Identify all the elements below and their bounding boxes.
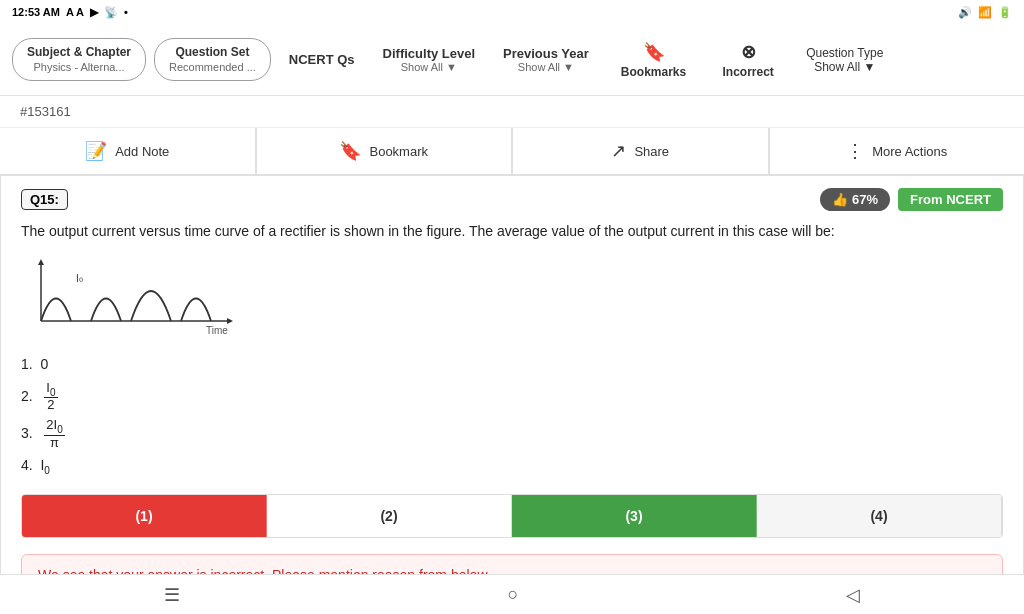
more-actions-button[interactable]: ⋮ More Actions: [770, 128, 1025, 174]
ncert-qs-filter[interactable]: NCERT Qs: [279, 46, 365, 73]
option-4: 4. I0: [21, 456, 1003, 478]
subject-chapter-chip[interactable]: Subject & Chapter Physics - Alterna...: [12, 38, 146, 82]
bookmarks-filter[interactable]: 🔖 Bookmarks: [607, 35, 700, 85]
question-set-chip[interactable]: Question Set Recommended ...: [154, 38, 271, 82]
subject-chip-value: Physics - Alterna...: [33, 60, 124, 74]
add-note-label: Add Note: [115, 144, 169, 159]
options-list: 1. 0 2. I0 2 3. 2I0 π 4. I0: [21, 355, 1003, 478]
menu-icon: ☰: [164, 585, 180, 605]
bookmarks-label: Bookmarks: [621, 65, 686, 79]
option-1: 1. 0: [21, 355, 1003, 375]
question-area: Q15: 👍 67% From NCERT The output current…: [0, 176, 1024, 614]
filter-bar: Subject & Chapter Physics - Alterna... Q…: [0, 24, 1024, 96]
svg-text:Current: Current: [21, 270, 23, 301]
back-icon: ◁: [846, 585, 860, 605]
bookmark-label: Bookmark: [369, 144, 428, 159]
status-right: 🔊 📶 🔋: [958, 6, 1012, 19]
question-set-label: Question Set: [175, 45, 249, 61]
more-actions-label: More Actions: [872, 144, 947, 159]
back-button[interactable]: ◁: [816, 580, 890, 610]
answer-button-1[interactable]: (1): [22, 495, 267, 537]
option-2: 2. I0 2: [21, 381, 1003, 413]
answer-row: (1) (2) (3) (4): [21, 494, 1003, 538]
thumbs-up-icon: 👍: [832, 192, 848, 207]
ncert-source-badge: From NCERT: [898, 188, 1003, 211]
share-button[interactable]: ↗ Share: [513, 128, 769, 174]
answer-button-2[interactable]: (2): [267, 495, 512, 537]
difficulty-sub: Show All ▼: [401, 61, 457, 73]
time-display: 12:53 AM: [12, 6, 60, 18]
question-type-filter[interactable]: Question Type Show All ▼: [796, 40, 893, 80]
action-bar: 📝 Add Note 🔖 Bookmark ↗ Share ⋮ More Act…: [0, 128, 1024, 176]
svg-marker-3: [227, 318, 233, 324]
question-header: Q15: 👍 67% From NCERT: [21, 188, 1003, 211]
answer-2-label: (2): [380, 508, 397, 524]
add-note-button[interactable]: 📝 Add Note: [0, 128, 256, 174]
question-text: The output current versus time curve of …: [21, 221, 1003, 242]
signal-icons: A A: [66, 6, 84, 18]
question-meta: 👍 67% From NCERT: [820, 188, 1003, 211]
question-number-badge: Q15:: [21, 189, 68, 210]
answer-button-3[interactable]: (3): [512, 495, 757, 537]
menu-button[interactable]: ☰: [134, 580, 210, 610]
subject-chip-label: Subject & Chapter: [27, 45, 131, 61]
svg-marker-2: [38, 259, 44, 265]
graph-svg: I₀ Current Time: [21, 256, 241, 341]
bookmark-action-icon: 🔖: [339, 140, 361, 162]
bookmark-button[interactable]: 🔖 Bookmark: [257, 128, 513, 174]
question-id-bar: #153161: [0, 96, 1024, 128]
svg-text:I₀: I₀: [76, 273, 83, 284]
incorrect-icon: ⊗: [741, 41, 756, 63]
media-icon: ▶: [90, 6, 98, 19]
prev-year-label: Previous Year: [503, 46, 589, 61]
wifi-icon: 📶: [978, 6, 992, 19]
answer-4-label: (4): [870, 508, 887, 524]
answer-1-label: (1): [135, 508, 152, 524]
rectifier-graph: I₀ Current Time: [21, 256, 241, 341]
question-type-sub: Show All ▼: [814, 60, 875, 74]
share-icon: ↗: [611, 140, 626, 162]
incorrect-filter[interactable]: ⊗ Incorrect: [708, 35, 788, 85]
share-label: Share: [634, 144, 669, 159]
question-type-label: Question Type: [806, 46, 883, 60]
accuracy-value: 67%: [852, 192, 878, 207]
more-actions-icon: ⋮: [846, 140, 864, 162]
add-note-icon: 📝: [85, 140, 107, 162]
previous-year-filter[interactable]: Previous Year Show All ▼: [493, 40, 599, 79]
sound-icon: 🔊: [958, 6, 972, 19]
option-3: 3. 2I0 π: [21, 418, 1003, 450]
cast-icon: 📡: [104, 6, 118, 19]
prev-year-sub: Show All ▼: [518, 61, 574, 73]
bookmark-icon: 🔖: [643, 41, 665, 63]
question-id: #153161: [20, 104, 71, 119]
dot-icon: •: [124, 6, 128, 18]
bottom-nav: ☰ ○ ◁: [0, 574, 1024, 614]
difficulty-filter[interactable]: Difficulty Level Show All ▼: [373, 40, 485, 79]
ncert-qs-label: NCERT Qs: [289, 52, 355, 67]
status-bar: 12:53 AM A A ▶ 📡 • 🔊 📶 🔋: [0, 0, 1024, 24]
question-set-value: Recommended ...: [169, 60, 256, 74]
incorrect-label: Incorrect: [723, 65, 774, 79]
answer-button-4[interactable]: (4): [757, 495, 1002, 537]
home-icon: ○: [508, 584, 519, 604]
svg-text:Time: Time: [206, 325, 228, 336]
status-left: 12:53 AM A A ▶ 📡 •: [12, 6, 128, 19]
answer-3-label: (3): [625, 508, 642, 524]
difficulty-label: Difficulty Level: [383, 46, 475, 61]
accuracy-badge: 👍 67%: [820, 188, 890, 211]
battery-icon: 🔋: [998, 6, 1012, 19]
home-button[interactable]: ○: [478, 580, 549, 609]
